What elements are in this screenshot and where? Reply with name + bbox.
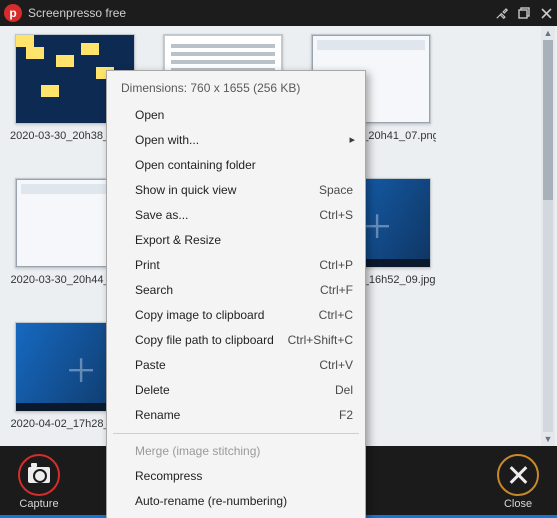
- context-menu-item[interactable]: Recompress: [109, 464, 363, 489]
- context-menu-item-label: Recompress: [135, 468, 353, 485]
- camera-icon: [18, 454, 60, 496]
- context-menu-item-label: Export & Resize: [135, 232, 353, 249]
- app-logo-icon: p: [4, 4, 22, 22]
- context-menu-separator: [113, 433, 359, 434]
- context-menu-item-label: Show in quick view: [135, 182, 309, 199]
- context-menu-item[interactable]: Export & Resize: [109, 228, 363, 253]
- context-menu-shortcut: F2: [329, 407, 353, 424]
- context-menu-item[interactable]: Save as...Ctrl+S: [109, 203, 363, 228]
- context-menu-shortcut: Space: [309, 182, 353, 199]
- context-menu-item[interactable]: Open containing folder: [109, 153, 363, 178]
- app-title: Screenpresso free: [28, 6, 491, 20]
- close-icon: [497, 454, 539, 496]
- context-menu-item[interactable]: Copy image to clipboardCtrl+C: [109, 303, 363, 328]
- settings-icon[interactable]: [491, 2, 513, 24]
- context-menu-item[interactable]: SearchCtrl+F: [109, 278, 363, 303]
- close-window-icon[interactable]: [535, 2, 557, 24]
- context-menu-item[interactable]: PasteCtrl+V: [109, 353, 363, 378]
- context-menu-item[interactable]: Delete all: [109, 514, 363, 518]
- context-menu-item[interactable]: Auto-rename (re-numbering): [109, 489, 363, 514]
- context-menu-shortcut: Ctrl+P: [309, 257, 353, 274]
- context-menu-shortcut: Ctrl+V: [309, 357, 353, 374]
- context-menu-item-label: Paste: [135, 357, 309, 374]
- context-menu-item[interactable]: Open with...: [109, 128, 363, 153]
- context-menu-item-label: Print: [135, 257, 309, 274]
- scroll-thumb[interactable]: [543, 40, 553, 200]
- context-menu-item-label: Open: [135, 107, 353, 124]
- context-menu-item-label: Rename: [135, 407, 329, 424]
- context-menu-item[interactable]: Show in quick viewSpace: [109, 178, 363, 203]
- context-menu-shortcut: Ctrl+Shift+C: [278, 332, 353, 349]
- context-menu: Dimensions: 760 x 1655 (256 KB) Open Open…: [106, 70, 366, 518]
- context-menu-item[interactable]: Open: [109, 103, 363, 128]
- capture-label: Capture: [19, 498, 58, 510]
- context-menu-item-label: Search: [135, 282, 310, 299]
- context-menu-item[interactable]: DeleteDel: [109, 378, 363, 403]
- scroll-up-icon[interactable]: ▲: [541, 26, 555, 40]
- close-label: Close: [504, 498, 532, 510]
- context-menu-item-label: Copy image to clipboard: [135, 307, 309, 324]
- context-menu-item[interactable]: Copy file path to clipboardCtrl+Shift+C: [109, 328, 363, 353]
- titlebar: p Screenpresso free: [0, 0, 557, 26]
- context-menu-item-label: Merge (image stitching): [135, 443, 353, 460]
- context-menu-shortcut: Ctrl+S: [309, 207, 353, 224]
- gallery-scrollbar[interactable]: ▲ ▼: [541, 26, 555, 446]
- capture-button[interactable]: Capture: [18, 454, 60, 510]
- restore-window-icon[interactable]: [513, 2, 535, 24]
- scroll-down-icon[interactable]: ▼: [541, 432, 555, 446]
- context-menu-item[interactable]: RenameF2: [109, 403, 363, 428]
- context-menu-item: Merge (image stitching): [109, 439, 363, 464]
- context-menu-item-label: Save as...: [135, 207, 309, 224]
- context-menu-item-label: Auto-rename (re-numbering): [135, 493, 353, 510]
- context-menu-item-label: Delete: [135, 382, 325, 399]
- context-menu-header: Dimensions: 760 x 1655 (256 KB): [109, 77, 363, 103]
- context-menu-shortcut: Ctrl+F: [310, 282, 353, 299]
- context-menu-shortcut: Del: [325, 382, 353, 399]
- context-menu-shortcut: Ctrl+C: [309, 307, 353, 324]
- context-menu-item-label: Open containing folder: [135, 157, 353, 174]
- close-button[interactable]: Close: [497, 454, 539, 510]
- context-menu-item-label: Open with...: [135, 132, 353, 149]
- context-menu-item-label: Copy file path to clipboard: [135, 332, 278, 349]
- context-menu-item[interactable]: PrintCtrl+P: [109, 253, 363, 278]
